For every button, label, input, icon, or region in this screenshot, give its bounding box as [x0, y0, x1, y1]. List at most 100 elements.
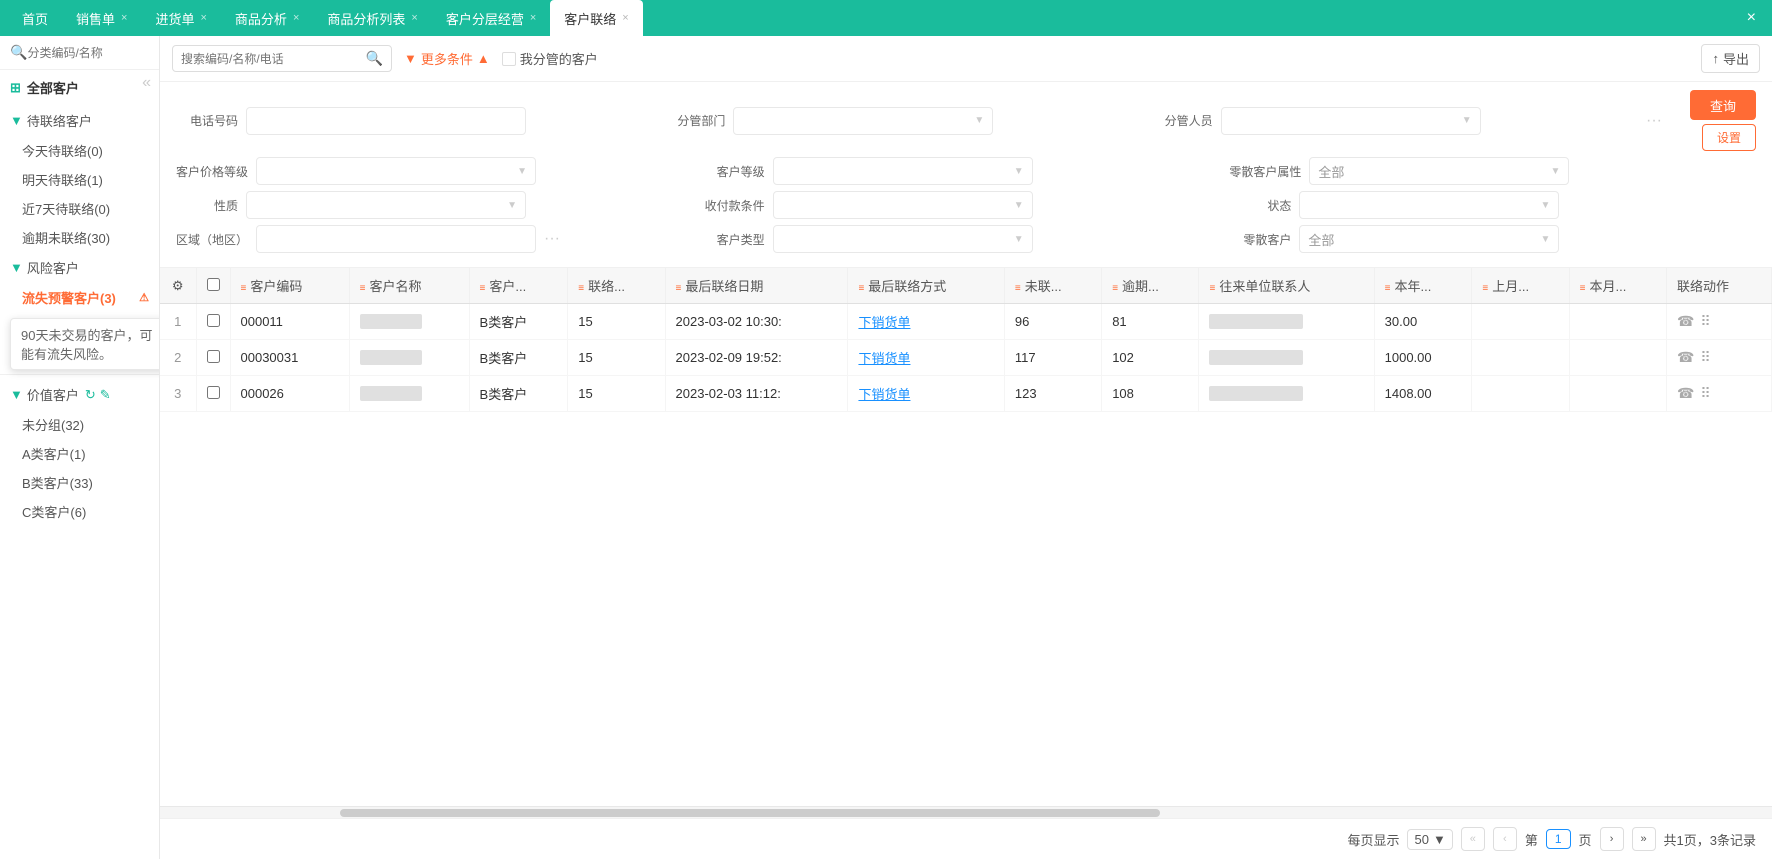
col-unit-contact[interactable]: ≡往来单位联系人: [1199, 268, 1374, 304]
horizontal-scrollbar[interactable]: [160, 806, 1772, 818]
col-type[interactable]: ≡客户...: [469, 268, 568, 304]
select-all-checkbox[interactable]: [207, 278, 220, 291]
last-page-btn[interactable]: »: [1632, 827, 1656, 851]
row-last-method-2[interactable]: 下销货单: [848, 376, 1004, 412]
row-checkbox-1[interactable]: [207, 350, 220, 363]
row-checkbox-2[interactable]: [207, 386, 220, 399]
close-customer-segment-tab[interactable]: ×: [530, 12, 536, 24]
sidebar-search-input[interactable]: [27, 46, 160, 60]
content-area: 🔍 ▼ 更多条件 ▲ 我分管的客户 ↑ 导出 电话号码: [160, 36, 1772, 859]
filter-region-dots[interactable]: ···: [536, 230, 568, 248]
sidebar-risk-header[interactable]: ▼ 风险客户: [0, 252, 159, 283]
close-product-analysis-list-tab[interactable]: ×: [411, 12, 417, 24]
sidebar-collapse-btn[interactable]: «: [142, 74, 151, 92]
query-btn[interactable]: 查询: [1690, 90, 1756, 120]
tab-customer-contact[interactable]: 客户联络 ×: [550, 0, 642, 36]
contact-icon-2[interactable]: ☎: [1677, 385, 1694, 402]
row-check-1[interactable]: [196, 340, 230, 376]
main-layout: 🔍 ⊞ 全部客户 « ▼ 待联络客户 今天待联络(0) 明天待联络(1) 近7天…: [0, 36, 1772, 859]
sidebar-item-7days[interactable]: 近7天待联络(0): [0, 194, 159, 223]
region-select[interactable]: [256, 225, 536, 253]
row-last-method-0[interactable]: 下销货单: [848, 304, 1004, 340]
customer-level-select[interactable]: ▼: [773, 157, 1033, 185]
close-customer-contact-tab[interactable]: ×: [622, 12, 628, 24]
settings-btn[interactable]: 设置: [1702, 124, 1756, 151]
edit-icon[interactable]: ✎: [100, 387, 111, 403]
page-size-select[interactable]: 50 ▼: [1407, 829, 1452, 850]
all-customers-header[interactable]: ⊞ 全部客户: [0, 70, 159, 105]
tab-product-analysis-list[interactable]: 商品分析列表 ×: [313, 0, 431, 36]
sidebar-item-churn-warning[interactable]: 流失预警客户(3) ⚠: [0, 283, 159, 312]
nature-select[interactable]: ▼: [246, 191, 526, 219]
next-page-btn[interactable]: ›: [1600, 827, 1624, 851]
row-checkbox-0[interactable]: [207, 314, 220, 327]
filter-icon: ▼: [404, 51, 417, 66]
manager-select[interactable]: ▼: [1221, 107, 1481, 135]
tab-purchase[interactable]: 进货单 ×: [141, 0, 220, 36]
my-customers-checkbox[interactable]: 我分管的客户: [502, 49, 598, 68]
customer-type-select[interactable]: ▼: [773, 225, 1033, 253]
dept-select[interactable]: ▼: [733, 107, 993, 135]
close-sales-tab[interactable]: ×: [121, 12, 127, 24]
more-action-icon-0[interactable]: ⠿: [1700, 313, 1710, 330]
sidebar-item-today[interactable]: 今天待联络(0): [0, 136, 159, 165]
attribute-select[interactable]: 全部 ▼: [1309, 157, 1569, 185]
sidebar-item-ungrouped[interactable]: 未分组(32): [0, 410, 159, 439]
sidebar-item-c-class[interactable]: C类客户(6): [0, 497, 159, 526]
per-page-label: 每页显示: [1347, 830, 1399, 849]
status-select[interactable]: ▼: [1299, 191, 1559, 219]
sidebar-item-tomorrow[interactable]: 明天待联络(1): [0, 165, 159, 194]
first-page-btn[interactable]: «: [1461, 827, 1485, 851]
col-code[interactable]: ≡客户编码: [230, 268, 349, 304]
col-this-month[interactable]: ≡本月...: [1569, 268, 1666, 304]
contact-icon-0[interactable]: ☎: [1677, 313, 1694, 330]
col-overdue[interactable]: ≡逾期...: [1102, 268, 1199, 304]
close-purchase-tab[interactable]: ×: [200, 12, 206, 24]
sidebar-value-header[interactable]: ▼ 价值客户 ↻ ✎: [0, 379, 159, 410]
col-no-contact[interactable]: ≡未联...: [1004, 268, 1101, 304]
more-action-icon-2[interactable]: ⠿: [1700, 385, 1710, 402]
export-btn[interactable]: ↑ 导出: [1701, 44, 1760, 73]
price-level-select[interactable]: ▼: [256, 157, 536, 185]
retail-select[interactable]: 全部 ▼: [1299, 225, 1559, 253]
col-name[interactable]: ≡客户名称: [349, 268, 469, 304]
sidebar-item-b-class[interactable]: B类客户(33): [0, 468, 159, 497]
sidebar-pending-contact-header[interactable]: ▼ 待联络客户: [0, 105, 159, 136]
col-contact[interactable]: ≡联络...: [568, 268, 665, 304]
phone-input[interactable]: [246, 107, 526, 135]
col-check[interactable]: [196, 268, 230, 304]
sidebar-item-a-class[interactable]: A类客户(1): [0, 439, 159, 468]
main-search-icon[interactable]: 🔍: [366, 50, 383, 67]
filter-more-dots-1[interactable]: ···: [1638, 112, 1670, 130]
contact-icon-1[interactable]: ☎: [1677, 349, 1694, 366]
tab-home[interactable]: 首页: [8, 0, 62, 36]
tab-sales[interactable]: 销售单 ×: [62, 0, 141, 36]
scroll-thumb[interactable]: [340, 809, 1160, 817]
col-gear[interactable]: ⚙: [160, 268, 196, 304]
window-close-btn[interactable]: ×: [1739, 9, 1764, 27]
prev-page-btn[interactable]: ‹: [1493, 827, 1517, 851]
sidebar-item-overdue[interactable]: 逾期未联络(30): [0, 223, 159, 252]
col-this-year[interactable]: ≡本年...: [1374, 268, 1472, 304]
col-last-month[interactable]: ≡上月...: [1472, 268, 1569, 304]
table-row: 3 000026 B类客户 15 2023-02-03 11:12: 下销货单 …: [160, 376, 1772, 412]
payment-select[interactable]: ▼: [773, 191, 1033, 219]
main-search-input[interactable]: [181, 52, 366, 66]
sidebar-divider: [0, 374, 159, 375]
more-action-icon-1[interactable]: ⠿: [1700, 349, 1710, 366]
close-product-analysis-tab[interactable]: ×: [293, 12, 299, 24]
col-last-contact-date[interactable]: ≡最后联络日期: [665, 268, 848, 304]
refresh-icon[interactable]: ↻: [85, 387, 96, 403]
row-contact-2: 15: [568, 376, 665, 412]
filter-dept: 分管部门 ▼: [663, 107, 1150, 135]
row-last-method-1[interactable]: 下销货单: [848, 340, 1004, 376]
more-conditions-btn[interactable]: ▼ 更多条件 ▲: [404, 49, 490, 68]
tab-product-analysis[interactable]: 商品分析 ×: [221, 0, 313, 36]
row-check-2[interactable]: [196, 376, 230, 412]
sort-icon-code: ≡: [241, 283, 247, 294]
col-last-contact-method[interactable]: ≡最后联络方式: [848, 268, 1004, 304]
phone-label: 电话号码: [176, 112, 246, 129]
row-num-2: 3: [160, 376, 196, 412]
tab-customer-segment[interactable]: 客户分层经营 ×: [432, 0, 550, 36]
row-check-0[interactable]: [196, 304, 230, 340]
